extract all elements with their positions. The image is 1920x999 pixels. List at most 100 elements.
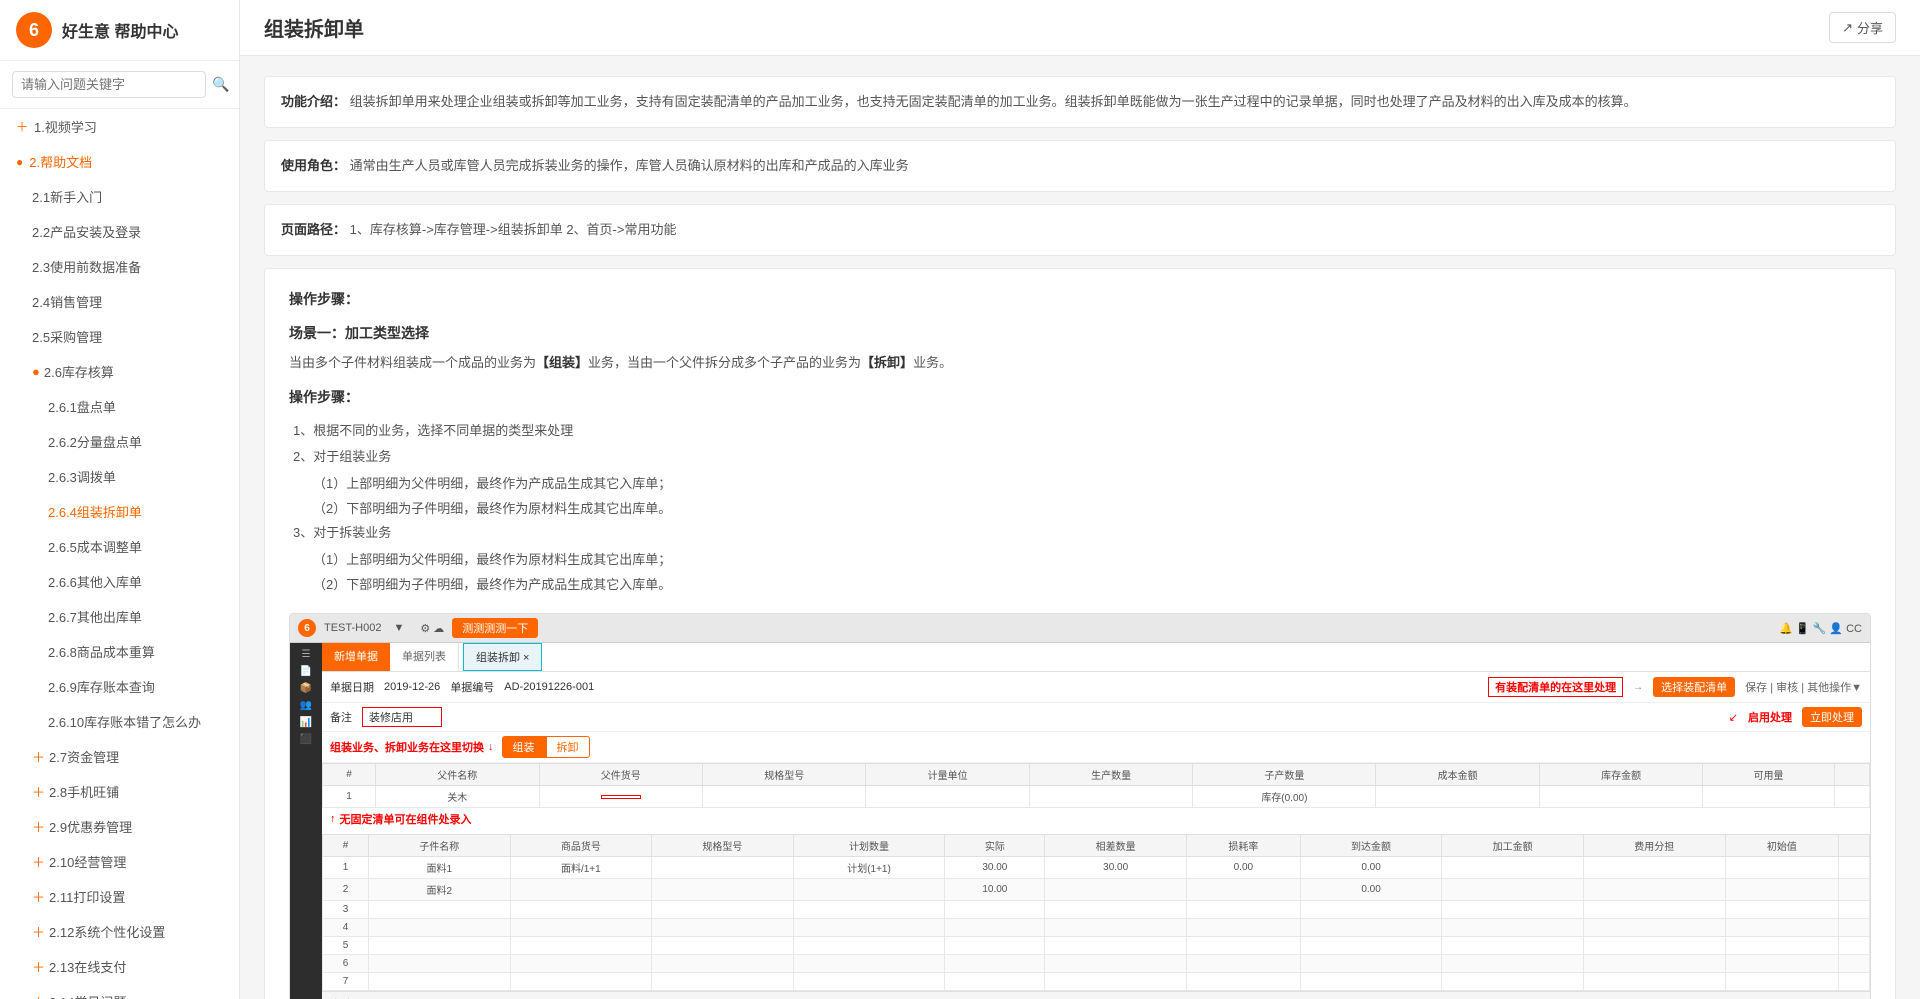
content-body: 操作步骤： 场景一：加工类型选择 当由多个子件材料组装成一个成品的业务为【组装】… [264,268,1896,999]
mock-tab-list[interactable]: 单据列表 [390,643,459,671]
mock-process-annotation: ↙ [1729,711,1738,724]
mock-nav-icon1: ☰ [302,649,311,660]
mock-field-label: 备注 [330,709,352,725]
sidebar-item-purchase[interactable]: 2.5采购管理 [0,319,239,354]
mock-center-btn: 测测测测一下 [452,618,538,638]
sidebar-item-stock[interactable]: ● 2.6库存核算 [0,354,239,389]
plus-small-icon: ＋ [32,747,45,766]
table-row: 6 [323,955,1870,973]
sidebar-item-coupon[interactable]: ＋ 2.9优惠券管理 [0,809,239,844]
mock-tab-assembly[interactable]: 组装拆卸 × [463,643,542,671]
share-button[interactable]: ↗ 分享 [1829,12,1896,43]
table-row: 3 [323,901,1870,919]
open-icon: ● [32,364,40,379]
intro-text: 组装拆卸单用来处理企业组装或拆卸等加工业务，支持有固定装配清单的产品加工业务，也… [350,94,1637,109]
sidebar-item-print[interactable]: ＋ 2.11打印设置 [0,879,239,914]
sidebar-item-finance[interactable]: ＋ 2.7资金管理 [0,739,239,774]
sidebar-item-stock-ledger[interactable]: 2.6.9库存账本查询 [0,669,239,704]
mock-field-input[interactable]: 装修店用 [362,707,442,727]
sidebar-item-stock-cost-recalc[interactable]: 2.6.8商品成本重算 [0,634,239,669]
role-label: 使用角色： [281,158,346,173]
sidebar-item-mobile[interactable]: ＋ 2.8手机旺铺 [0,774,239,809]
th-cost: 成本金额 [1376,764,1539,786]
mock-type-btn1[interactable]: 组装 [502,736,546,758]
sidebar-item-operation[interactable]: ＋ 2.10经营管理 [0,844,239,879]
mock-right-icons: 🔔 📱 🔧 👤 CC [1779,622,1862,635]
mock-num-label: 单据编号 [450,679,494,695]
mock-nav-icon3: 📦 [300,683,312,694]
role-text: 通常由生产人员或库管人员完成拆装业务的操作，库管人员确认原材料的出库和产成品的入… [350,158,909,173]
ops-steps-title: 操作步骤： [289,387,1871,407]
step2-sub1: （1）上部明细为父件明细，最终作为产成品生成其它入库单； [293,472,1871,497]
mock-title: TEST-H002 [324,622,381,634]
sidebar-item-install[interactable]: 2.2产品安装及登录 [0,214,239,249]
mock-dropdown: ▼ [393,622,404,634]
search-button[interactable]: 🔍 [212,76,229,93]
sidebar-item-stock-count[interactable]: 2.6.1盘点单 [0,389,239,424]
plus-small-icon5: ＋ [32,887,45,906]
plus-small-icon2: ＋ [32,782,45,801]
sidebar-item-new[interactable]: 2.1新手入门 [0,179,239,214]
mock-nav-icon5: 📊 [300,717,312,728]
mock-process-label: 启用处理 [1748,709,1792,725]
mock-date-val: 2019-12-26 [384,681,440,693]
role-block: 使用角色： 通常由生产人员或库管人员完成拆装业务的操作，库管人员确认原材料的出库… [264,140,1896,192]
screenshot-wrapper: 6 TEST-H002 ▼ ⚙ ☁ 测测测测一下 🔔 📱 🔧 👤 CC ☰ 📄 … [289,613,1871,999]
logo-icon: 6 [16,12,52,48]
mock-date-label: 单据日期 [330,679,374,695]
mock-num-val: AD-20191226-001 [504,681,594,693]
plus-small-icon6: ＋ [32,922,45,941]
mock-table-parent: # 父件名称 父件货号 规格型号 计量单位 生产数量 子产数量 成本金额 库存金 [322,763,1870,808]
mock-type-annotation: 组装业务、拆卸业务在这里切换 [330,739,484,755]
mock-nav-icon6: ⬛ [300,734,312,745]
nav-section: ＋ 1.视频学习 ● 2.帮助文档 2.1新手入门 2.2产品安装及登录 2.3… [0,109,239,999]
path-text: 1、库存核算->库存管理->组装拆卸单 2、首页->常用功能 [350,222,677,237]
ops-title: 操作步骤： [289,289,1871,309]
th-sub-qty: 子产数量 [1193,764,1376,786]
sidebar-item-faq[interactable]: ＋ 2.14常见问题 [0,984,239,999]
sidebar-item-stock-error[interactable]: 2.6.10库存账本错了怎么办 [0,704,239,739]
search-input[interactable] [12,71,206,98]
minus-icon: ● [16,155,23,169]
sidebar-item-custom[interactable]: ＋ 2.12系统个性化设置 [0,914,239,949]
plus-icon: ＋ [16,118,28,135]
step2-sub2: （2）下部明细为子件明细，最终作为原材料生成其它出库单。 [293,497,1871,522]
mock-icons: ⚙ ☁ [420,622,444,635]
sidebar-item-stock-out-other[interactable]: 2.6.7其他出库单 [0,599,239,634]
mock-btn-process[interactable]: 立即处理 [1802,707,1862,727]
sidebar-item-stock-split[interactable]: 2.6.2分量盘点单 [0,424,239,459]
mock-nav-icon2: 📄 [300,666,312,677]
sidebar-item-video[interactable]: ＋ 1.视频学习 [0,109,239,144]
steps-list: 1、根据不同的业务，选择不同单据的类型来处理 2、对于组装业务 （1）上部明细为… [289,419,1871,598]
step3-sub1: （1）上部明细为父件明细，最终作为原材料生成其它出库单； [293,548,1871,573]
mock-footer: 合计 88.00 0.00 0.00 0.00 0.00 [322,991,1870,999]
th-avail: 可用量 [1703,764,1834,786]
sidebar-item-pay[interactable]: ＋ 2.13在线支付 [0,949,239,984]
mock-rows-annotation: ↑ 无固定清单可在组件处录入 [322,808,1870,830]
mock-actions: 保存 | 审核 | 其他操作▼ [1745,679,1862,695]
top-bar: 组装拆卸单 ↗ 分享 [240,0,1920,56]
sidebar-item-stock-cost[interactable]: 2.6.5成本调整单 [0,529,239,564]
sidebar-item-stock-adjust[interactable]: 2.6.3调拨单 [0,459,239,494]
th-num: # [323,764,376,786]
th-parent-code: 父件货号 [539,764,702,786]
mock-btn-match[interactable]: 选择装配清单 [1653,677,1735,697]
mock-logo: 6 [298,619,316,637]
sidebar-item-docs[interactable]: ● 2.帮助文档 [0,144,239,179]
table-row: 4 [323,919,1870,937]
sidebar-item-data[interactable]: 2.3使用前数据准备 [0,249,239,284]
step2: 2、对于组装业务 [293,445,1871,470]
sidebar-item-sales[interactable]: 2.4销售管理 [0,284,239,319]
annotation-arrow-up: ↑ [330,813,336,825]
mock-tab-new[interactable]: 新增单据 [322,643,390,671]
table-row: 1 关木 库存(0.00) [323,786,1870,808]
sidebar-item-stock-assembly[interactable]: 2.6.4组装拆卸单 [0,494,239,529]
intro-block: 功能介绍： 组装拆卸单用来处理企业组装或拆卸等加工业务，支持有固定装配清单的产品… [264,76,1896,128]
th-action [1834,764,1869,786]
th-stock-amt: 库存金额 [1539,764,1702,786]
mock-type-btn2[interactable]: 拆卸 [546,736,590,758]
table-row: 5 [323,937,1870,955]
sidebar-item-stock-in-other[interactable]: 2.6.6其他入库单 [0,564,239,599]
plus-small-icon4: ＋ [32,852,45,871]
plus-small-icon3: ＋ [32,817,45,836]
